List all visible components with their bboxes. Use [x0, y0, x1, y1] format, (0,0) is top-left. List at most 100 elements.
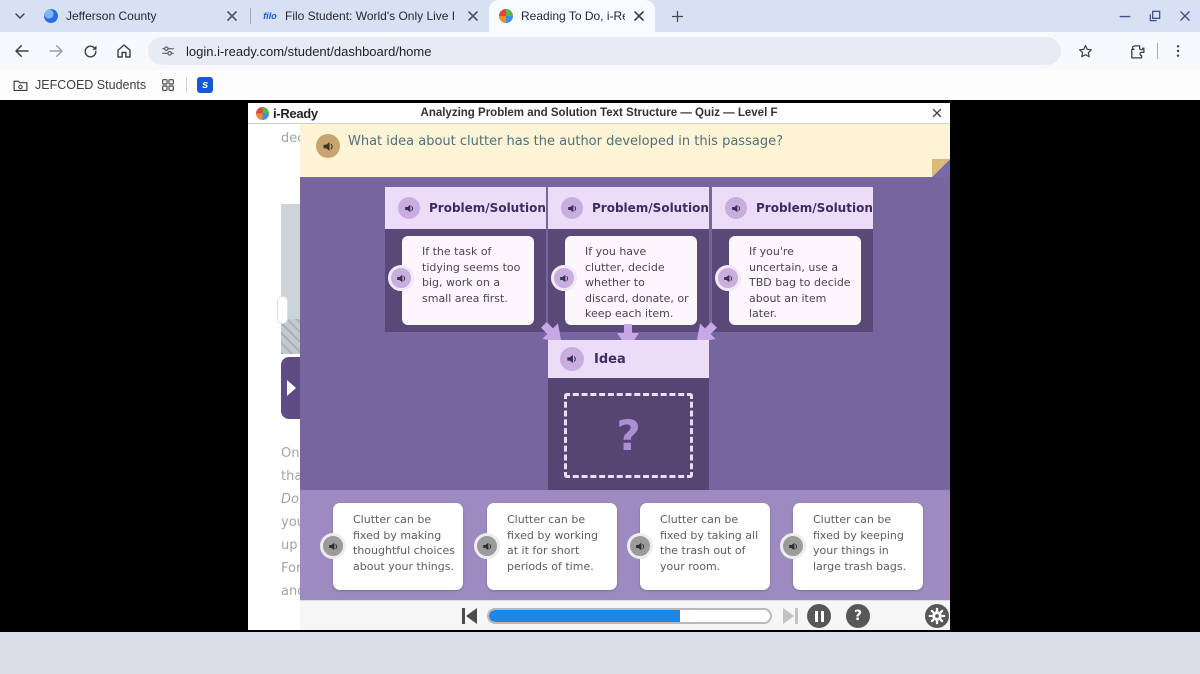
answer-audio-button[interactable] [474, 533, 500, 559]
tab-filo-student[interactable]: filo Filo Student: World's Only Live I [253, 0, 489, 32]
pause-button[interactable] [807, 604, 831, 628]
detail-box: If you have clutter, decide whether to d… [551, 236, 697, 325]
address-bar[interactable]: login.i-ready.com/student/dashboard/home [148, 37, 1061, 65]
quiz-title: Analyzing Problem and Solution Text Stru… [420, 107, 778, 119]
help-button[interactable]: ? [846, 604, 870, 628]
restore-icon[interactable] [1148, 9, 1162, 23]
lesson-image-hatch [281, 319, 300, 354]
browser-toolbar: login.i-ready.com/student/dashboard/home [0, 32, 1200, 70]
apps-shortcut[interactable] [160, 77, 176, 93]
speaker-icon [558, 272, 571, 285]
three-dot-menu-icon [1176, 45, 1180, 57]
header-audio-button[interactable] [561, 197, 583, 219]
passage-fragment: up [281, 538, 298, 553]
tab-separator [250, 8, 251, 24]
bookmark-s-favicon[interactable]: s [197, 77, 214, 93]
answer-card-1[interactable]: Clutter can be fixed by making thoughtfu… [320, 503, 463, 590]
quiz-close-icon[interactable] [930, 106, 944, 120]
chromeos-screen: Jefferson County filo Filo Student: Worl… [0, 0, 1200, 674]
answer-card-4[interactable]: Clutter can be fixed by keeping your thi… [780, 503, 923, 590]
browser-menu-button[interactable] [1164, 37, 1192, 65]
settings-button[interactable] [925, 604, 949, 628]
quiz-header: i-Ready Analyzing Problem and Solution T… [248, 103, 950, 124]
question-banner: What idea about clutter has the author d… [300, 124, 950, 177]
plus-icon [671, 10, 683, 22]
question-audio-button[interactable] [316, 134, 340, 158]
progress-bar[interactable] [487, 608, 772, 624]
managed-folder-icon [13, 80, 28, 91]
home-button[interactable] [110, 37, 138, 65]
expand-passage-tab[interactable] [281, 357, 300, 419]
detail-audio-button[interactable] [388, 265, 414, 291]
column-header: Problem/Solution [548, 187, 709, 229]
column-header-label: Problem/Solution [756, 201, 873, 215]
tab-jefferson-county[interactable]: Jefferson County [34, 0, 248, 32]
back-button[interactable] [8, 37, 36, 65]
bookmark-star-button[interactable] [1071, 37, 1099, 65]
column-panel: If you're uncertain, use a TBD bag to de… [712, 229, 873, 332]
speaker-icon [566, 202, 579, 215]
extensions-button[interactable] [1123, 37, 1151, 65]
column-header: Problem/Solution [385, 187, 546, 229]
answer-audio-button[interactable] [780, 533, 806, 559]
column-header-label: Problem/Solution [429, 201, 546, 215]
tab-title: Filo Student: World's Only Live I [285, 9, 456, 23]
gear-icon [928, 607, 946, 625]
passage-fragment: Do [281, 492, 299, 507]
lesson-page-strip: dec One tha Do you up For and [248, 124, 300, 630]
answer-text: Clutter can be fixed by making thoughtfu… [353, 513, 456, 573]
text-structure-diagram: Problem/Solution If the task of tidying … [300, 177, 950, 490]
idea-audio-button[interactable] [560, 347, 584, 371]
passage-fragment: For [281, 561, 300, 576]
tab-close-icon[interactable] [631, 8, 647, 24]
answer-card-3[interactable]: Clutter can be fixed by taking all the t… [627, 503, 770, 590]
detail-text: If you're uncertain, use a TBD bag to de… [749, 245, 851, 320]
scrollbar-thumb[interactable] [277, 296, 288, 324]
tab-close-icon[interactable] [224, 8, 240, 24]
problem-solution-column-2: Problem/Solution If you have clutter, de… [548, 187, 709, 332]
answer-text: Clutter can be fixed by keeping your thi… [813, 513, 907, 573]
answer-text: Clutter can be fixed by taking all the t… [660, 513, 759, 573]
answer-text: Clutter can be fixed by working at it fo… [507, 513, 598, 573]
column-header: Problem/Solution [712, 187, 873, 229]
question-mark-icon: ? [853, 608, 863, 624]
detail-audio-button[interactable] [715, 265, 741, 291]
speaker-icon [787, 540, 800, 553]
new-tab-button[interactable] [663, 2, 691, 30]
answer-audio-button[interactable] [320, 533, 346, 559]
forward-icon [49, 45, 63, 57]
passage-fragment: and [281, 584, 300, 599]
play-arrow-icon [287, 380, 296, 396]
header-audio-button[interactable] [398, 197, 420, 219]
passage-fragment: One [281, 446, 300, 461]
idea-header-label: Idea [594, 351, 626, 367]
apps-grid-icon [162, 79, 175, 91]
skip-forward-button[interactable] [781, 607, 799, 625]
minimize-icon[interactable] [1118, 9, 1132, 23]
detail-audio-button[interactable] [551, 265, 577, 291]
answer-card-2[interactable]: Clutter can be fixed by working at it fo… [474, 503, 617, 590]
jefferson-county-favicon [44, 9, 58, 23]
extensions-puzzle-icon [1130, 44, 1145, 59]
iready-favicon [499, 9, 513, 23]
speaker-icon [403, 202, 416, 215]
idea-panel: ? [548, 378, 709, 490]
tab-search-button[interactable] [6, 2, 34, 30]
forward-button[interactable] [42, 37, 70, 65]
pause-icon [814, 610, 824, 622]
close-icon[interactable] [1178, 9, 1192, 23]
skip-back-button[interactable] [461, 607, 479, 625]
answer-audio-button[interactable] [627, 533, 653, 559]
detail-text: If you have clutter, decide whether to d… [585, 245, 689, 320]
problem-solution-column-3: Problem/Solution If you're uncertain, us… [712, 187, 873, 332]
site-settings-icon[interactable] [160, 43, 176, 59]
star-icon [1078, 44, 1092, 57]
tab-close-icon[interactable] [465, 8, 481, 24]
toolbar-separator [1157, 43, 1158, 59]
answer-drop-zone[interactable]: ? [564, 393, 693, 478]
tab-reading-to-do-active[interactable]: Reading To Do, i-Ready [489, 0, 655, 32]
header-audio-button[interactable] [725, 197, 747, 219]
detail-box: If the task of tidying seems too big, wo… [388, 236, 534, 325]
managed-bookmarks-folder[interactable]: JEFCOED Students [12, 77, 154, 94]
reload-button[interactable] [76, 37, 104, 65]
